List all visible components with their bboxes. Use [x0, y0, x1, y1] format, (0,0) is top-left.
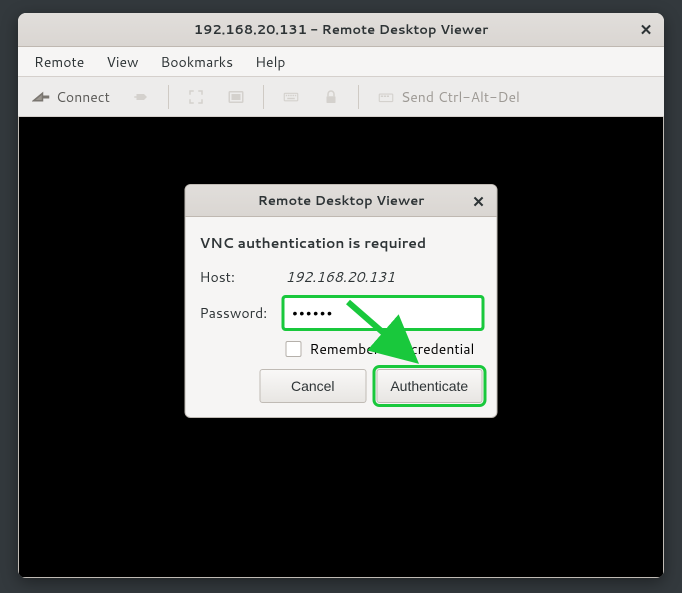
dialog-titlebar: Remote Desktop Viewer ✕: [186, 185, 497, 217]
menu-view[interactable]: View: [96, 48, 148, 76]
dialog-body: VNC authentication is required Host: 192…: [186, 217, 497, 417]
menu-help[interactable]: Help: [245, 48, 295, 76]
lock-icon: [322, 88, 340, 106]
connect-button[interactable]: Connect: [24, 83, 118, 111]
send-cad-icon: [377, 88, 395, 106]
fullscreen-button: [179, 84, 213, 110]
disconnect-icon: [132, 88, 150, 106]
keyboard-icon: [282, 88, 300, 106]
lock-button: [314, 84, 348, 110]
cancel-button[interactable]: Cancel: [260, 369, 367, 403]
host-value: 192.168.20.131: [286, 267, 395, 287]
password-row: Password:: [200, 297, 483, 329]
remember-label: Remember this credential: [310, 339, 475, 359]
dialog-close-button[interactable]: ✕: [469, 191, 489, 211]
close-icon: ✕: [472, 191, 485, 212]
host-label: Host:: [200, 267, 286, 287]
toolbar-separator: [168, 85, 169, 109]
fullscreen-icon: [187, 88, 205, 106]
screenshot-icon: [227, 88, 245, 106]
send-cad-label: Send Ctrl-Alt-Del: [401, 87, 520, 107]
host-row: Host: 192.168.20.131: [200, 267, 483, 287]
menubar: Remote View Bookmarks Help: [18, 47, 664, 77]
dialog-title: Remote Desktop Viewer: [258, 192, 425, 210]
dialog-header: VNC authentication is required: [200, 233, 483, 253]
connect-label: Connect: [56, 87, 110, 107]
toolbar-separator-3: [358, 85, 359, 109]
connect-icon: [32, 88, 50, 106]
menu-remote[interactable]: Remote: [24, 48, 94, 76]
remember-row: Remember this credential: [286, 339, 483, 359]
close-icon: ✕: [640, 19, 653, 40]
send-cad-button: Send Ctrl-Alt-Del: [369, 83, 528, 111]
authenticate-button[interactable]: Authenticate: [376, 369, 483, 403]
disconnect-button: [124, 84, 158, 110]
toolbar-separator-2: [263, 85, 264, 109]
remember-checkbox[interactable]: [286, 341, 302, 357]
window-titlebar: 192.168.20.131 - Remote Desktop Viewer ✕: [18, 13, 664, 47]
keyboard-button: [274, 84, 308, 110]
window-title: 192.168.20.131 - Remote Desktop Viewer: [194, 21, 488, 39]
auth-dialog: Remote Desktop Viewer ✕ VNC authenticati…: [185, 184, 498, 418]
password-label: Password:: [200, 303, 284, 323]
password-input[interactable]: [284, 297, 483, 329]
screenshot-button: [219, 84, 253, 110]
dialog-button-row: Cancel Authenticate: [260, 369, 483, 403]
window-close-button[interactable]: ✕: [636, 19, 656, 39]
menu-bookmarks[interactable]: Bookmarks: [151, 48, 244, 76]
toolbar: Connect Send Ctrl-Alt-Del: [18, 77, 664, 117]
